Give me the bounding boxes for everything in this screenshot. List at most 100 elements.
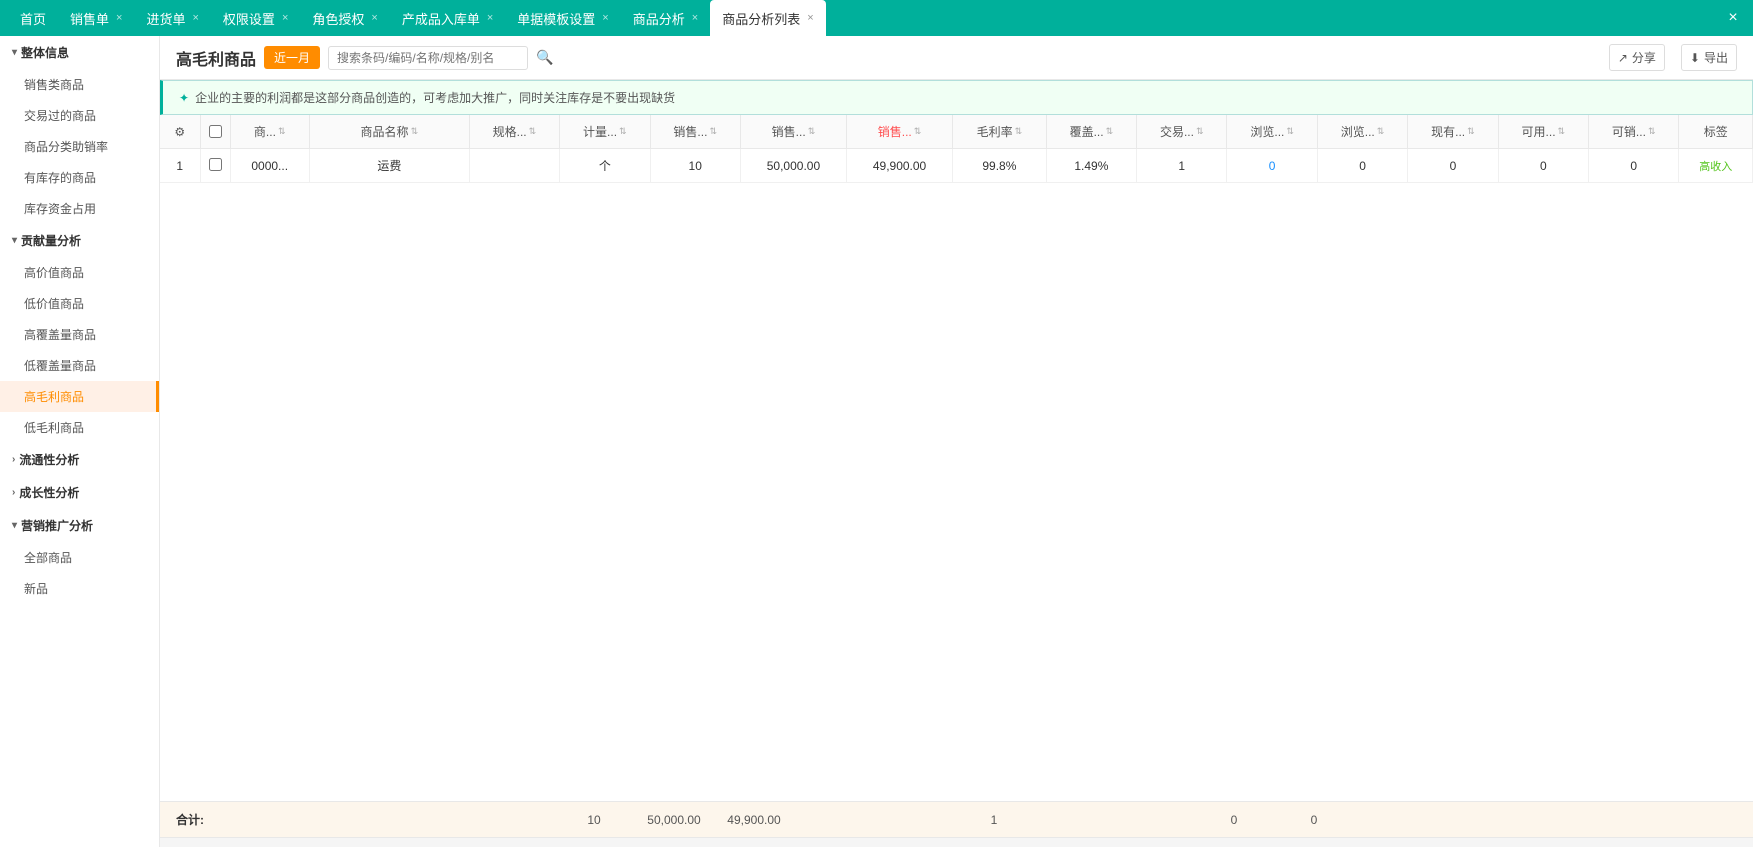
nav-home[interactable]: 首页 <box>8 0 58 36</box>
search-button[interactable]: 🔍 <box>536 49 553 66</box>
nav-purchase-order[interactable]: 进货单 × <box>134 0 210 36</box>
sidebar-group-growth[interactable]: › 成长性分析 <box>0 476 159 509</box>
footer-sales-amount: 50,000.00 <box>634 813 714 827</box>
th-code: 商...⇅ <box>230 115 309 149</box>
sidebar: « ▾ 整体信息 销售类商品 交易过的商品 商品分类助销率 有库存的商品 库存资… <box>0 36 160 847</box>
th-spec: 规格...⇅ <box>469 115 559 149</box>
nav-close-analysis-list[interactable]: × <box>807 12 813 24</box>
nav-sales-order[interactable]: 销售单 × <box>58 0 134 36</box>
sidebar-item-high-margin[interactable]: 高毛利商品 <box>0 381 159 412</box>
alert-icon: ✦ <box>179 91 189 105</box>
nav-goods-analysis-list[interactable]: 商品分析列表 × <box>710 0 825 36</box>
row-checkbox[interactable] <box>209 158 222 171</box>
nav-product-inbound[interactable]: 产成品入库单 × <box>390 0 505 36</box>
footer-trade: 1 <box>954 813 1034 827</box>
page-title: 高毛利商品 <box>176 46 256 70</box>
main-container: « ▾ 整体信息 销售类商品 交易过的商品 商品分类助销率 有库存的商品 库存资… <box>0 36 1753 847</box>
footer-sales-qty: 10 <box>554 813 634 827</box>
th-tag: 标签 <box>1679 115 1753 149</box>
sidebar-item-sales-goods[interactable]: 销售类商品 <box>0 69 159 100</box>
cell-trade: 1 <box>1137 149 1227 183</box>
alert-bar: ✦ 企业的主要的利润都是这部分商品创造的，可考虑加大推广，同时关注库存是不要出现… <box>160 80 1753 115</box>
th-checkbox[interactable] <box>200 115 230 149</box>
sidebar-item-low-value[interactable]: 低价值商品 <box>0 288 159 319</box>
cell-sales-amount: 50,000.00 <box>740 149 846 183</box>
cell-unit: 个 <box>560 149 650 183</box>
horizontal-scrollbar[interactable] <box>160 837 1753 847</box>
top-navigation: 首页 销售单 × 进货单 × 权限设置 × 角色授权 × 产成品入库单 × 单据… <box>0 0 1753 36</box>
cell-tag: 高收入 <box>1679 149 1753 183</box>
search-input[interactable] <box>328 46 528 70</box>
cell-checkbox[interactable] <box>200 149 230 183</box>
footer-sales-profit: 49,900.00 <box>714 813 794 827</box>
nav-close-sales[interactable]: × <box>116 12 122 24</box>
cell-index: 1 <box>160 149 200 183</box>
th-trade: 交易...⇅ <box>1137 115 1227 149</box>
table-container: ⚙ 商...⇅ 商品名称⇅ 规格...⇅ <box>160 115 1753 801</box>
group-arrow-growth: › <box>12 487 15 498</box>
sidebar-group-liquidity[interactable]: › 流通性分析 <box>0 443 159 476</box>
table-row: 1 0000... 运费 个 10 50,000.00 49,900.00 99… <box>160 149 1753 183</box>
export-icon: ⬇ <box>1690 51 1700 65</box>
filter-button[interactable]: 近一月 <box>264 46 320 69</box>
group-arrow-marketing: ▾ <box>12 520 17 531</box>
cell-sales-profit: 49,900.00 <box>847 149 953 183</box>
sidebar-item-traded-goods[interactable]: 交易过的商品 <box>0 100 159 131</box>
cell-browse1[interactable]: 0 <box>1227 149 1317 183</box>
sidebar-item-category-rate[interactable]: 商品分类助销率 <box>0 131 159 162</box>
sidebar-group-contribution[interactable]: ▾ 贡献量分析 <box>0 224 159 257</box>
th-settings[interactable]: ⚙ <box>160 115 200 149</box>
cell-current-stock: 0 <box>1408 149 1498 183</box>
nav-close-role[interactable]: × <box>371 12 377 24</box>
cell-coverage: 1.49% <box>1046 149 1136 183</box>
content-header: 高毛利商品 近一月 🔍 ↗ 分享 ⬇ 导出 <box>160 36 1753 80</box>
sidebar-collapse-button[interactable]: « <box>159 422 160 462</box>
nav-role-auth[interactable]: 角色授权 × <box>300 0 389 36</box>
sidebar-item-stock-capital[interactable]: 库存资金占用 <box>0 193 159 224</box>
sidebar-item-high-coverage[interactable]: 高覆盖量商品 <box>0 319 159 350</box>
sidebar-item-low-margin[interactable]: 低毛利商品 <box>0 412 159 443</box>
cell-browse2: 0 <box>1317 149 1407 183</box>
th-sales-amount: 销售...⇅ <box>740 115 846 149</box>
th-name: 商品名称⇅ <box>309 115 469 149</box>
cell-name: 运费 <box>309 149 469 183</box>
footer-current-stock: 0 <box>1194 813 1274 827</box>
select-all-checkbox[interactable] <box>209 125 222 138</box>
cell-sales-qty: 10 <box>650 149 740 183</box>
sidebar-item-in-stock-goods[interactable]: 有库存的商品 <box>0 162 159 193</box>
table-header-row: ⚙ 商...⇅ 商品名称⇅ 规格...⇅ <box>160 115 1753 149</box>
export-button[interactable]: ⬇ 导出 <box>1681 44 1737 71</box>
share-button[interactable]: ↗ 分享 <box>1609 44 1665 71</box>
group-arrow-contribution: ▾ <box>12 235 17 246</box>
sidebar-item-low-coverage[interactable]: 低覆盖量商品 <box>0 350 159 381</box>
th-sales-qty: 销售...⇅ <box>650 115 740 149</box>
nav-close-template[interactable]: × <box>602 12 608 24</box>
window-close-button[interactable]: × <box>1721 6 1745 30</box>
th-unit: 计量...⇅ <box>560 115 650 149</box>
sidebar-group-marketing[interactable]: ▾ 营销推广分析 <box>0 509 159 542</box>
nav-close-purchase[interactable]: × <box>192 12 198 24</box>
th-browse1: 浏览...⇅ <box>1227 115 1317 149</box>
nav-goods-analysis[interactable]: 商品分析 × <box>621 0 710 36</box>
nav-permission-settings[interactable]: 权限设置 × <box>211 0 300 36</box>
cell-sellable: 0 <box>1589 149 1679 183</box>
group-arrow-liquidity: › <box>12 454 15 465</box>
share-icon: ↗ <box>1618 51 1628 65</box>
sidebar-item-high-value[interactable]: 高价值商品 <box>0 257 159 288</box>
cell-gross-margin: 99.8% <box>953 149 1047 183</box>
th-sellable: 可销...⇅ <box>1589 115 1679 149</box>
footer-available: 0 <box>1274 813 1354 827</box>
th-available: 可用...⇅ <box>1498 115 1588 149</box>
cell-spec <box>469 149 559 183</box>
cell-code: 0000... <box>230 149 309 183</box>
data-table: ⚙ 商...⇅ 商品名称⇅ 规格...⇅ <box>160 115 1753 183</box>
sidebar-item-new-goods[interactable]: 新品 <box>0 573 159 604</box>
nav-close-analysis[interactable]: × <box>692 12 698 24</box>
sidebar-item-all-goods[interactable]: 全部商品 <box>0 542 159 573</box>
nav-close-permission[interactable]: × <box>282 12 288 24</box>
th-sales-profit: 销售...⇅ <box>847 115 953 149</box>
nav-template-settings[interactable]: 单据模板设置 × <box>505 0 620 36</box>
nav-close-inbound[interactable]: × <box>487 12 493 24</box>
sidebar-group-overall[interactable]: ▾ 整体信息 <box>0 36 159 69</box>
th-gross-margin: 毛利率⇅ <box>953 115 1047 149</box>
